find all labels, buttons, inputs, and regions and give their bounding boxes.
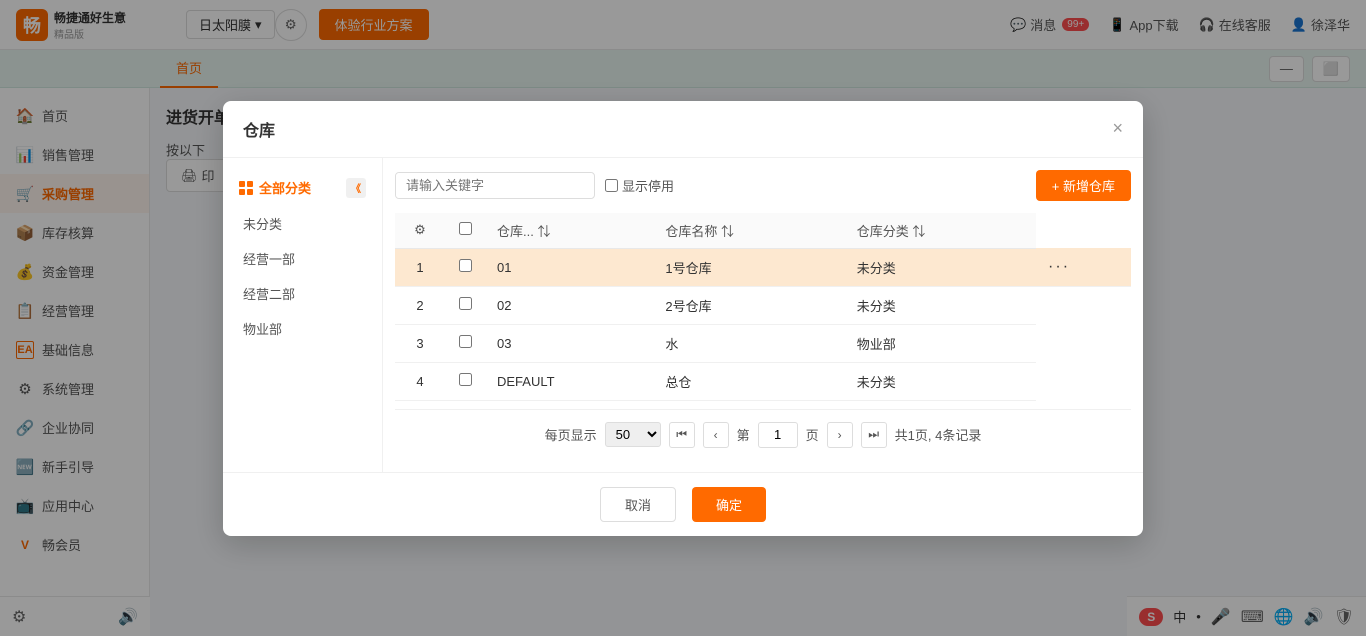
page-label: 第 [737,425,750,444]
row-checkbox[interactable] [459,259,472,272]
category-collapse-button[interactable]: 《 [346,178,366,198]
row-name: 2号仓库 [653,286,844,324]
col-settings-icon[interactable]: ⚙ [414,222,426,237]
row-name: 总仓 [653,362,844,400]
row-index: 3 [395,324,445,362]
confirm-button[interactable]: 确定 [692,487,766,522]
show-disabled-option: 显示停用 [605,176,674,195]
row-checkbox[interactable] [459,373,472,386]
show-disabled-checkbox[interactable] [605,179,618,192]
cat-item-ops2[interactable]: 经营二部 [223,276,382,311]
pagination: 每页显示 50 20 100 ⏮ ‹ 第 页 › ⏭ 共1页, 4条记录 [395,409,1131,460]
row-checkbox[interactable] [459,297,472,310]
modal-title: 仓库 [243,117,275,141]
table-row[interactable]: 1 01 1号仓库 未分类 ··· [395,248,1131,286]
cat-item-unclassified[interactable]: 未分类 [223,206,382,241]
col-code-label: 仓库... [497,224,534,239]
row-name: 1号仓库 [653,248,844,286]
col-name-label: 仓库名称 [665,224,717,239]
row-code: DEFAULT [485,362,653,400]
page-input[interactable] [758,422,798,448]
first-page-button[interactable]: ⏮ [669,422,695,448]
row-code: 02 [485,286,653,324]
row-category: 未分类 [845,248,1036,286]
total-records-label: 共1页, 4条记录 [895,425,982,444]
col-checkbox-header [445,213,485,249]
search-box: 🔍 [395,172,595,199]
row-checkbox-cell [445,362,485,400]
page-suffix: 页 [806,425,819,444]
table-toolbar: 🔍 显示停用 + 新增仓库 [395,170,1131,201]
sort-icon: ⇅ [537,224,550,239]
col-category-header[interactable]: 仓库分类 ⇅ [845,213,1036,249]
row-index: 1 [395,248,445,286]
row-checkbox-cell [445,286,485,324]
cat-item-property[interactable]: 物业部 [223,311,382,346]
row-actions[interactable]: ··· [1036,248,1131,286]
row-index: 4 [395,362,445,400]
grid-category-icon [239,181,253,195]
cat-item-ops1[interactable]: 经营一部 [223,241,382,276]
row-category: 未分类 [845,286,1036,324]
col-category-label: 仓库分类 [857,224,909,239]
modal-close-button[interactable]: × [1112,118,1123,139]
sort-name-icon: ⇅ [721,224,734,239]
modal-header: 仓库 × [223,101,1143,158]
row-name: 水 [653,324,844,362]
add-warehouse-button[interactable]: + 新增仓库 [1036,170,1131,201]
table-row[interactable]: 2 02 2号仓库 未分类 [395,286,1131,324]
all-categories-header[interactable]: 全部分类 《 [223,170,382,206]
row-checkbox-cell [445,248,485,286]
row-code: 01 [485,248,653,286]
category-sidebar: 全部分类 《 未分类 经营一部 经营二部 物业部 [223,158,383,472]
row-checkbox-cell [445,324,485,362]
row-index: 2 [395,286,445,324]
per-page-select[interactable]: 50 20 100 [605,422,661,447]
col-code-header[interactable]: 仓库... ⇅ [485,213,653,249]
search-input[interactable] [396,173,592,198]
row-category: 未分类 [845,362,1036,400]
cancel-button[interactable]: 取消 [600,487,676,522]
next-page-button[interactable]: › [827,422,853,448]
per-page-label: 每页显示 [545,425,597,444]
modal-body: 全部分类 《 未分类 经营一部 经营二部 物业部 🔍 [223,158,1143,472]
warehouse-table: ⚙ 仓库... ⇅ 仓库名称 [395,213,1131,401]
table-row[interactable]: 3 03 水 物业部 [395,324,1131,362]
last-page-button[interactable]: ⏭ [861,422,887,448]
sort-cat-icon: ⇅ [912,224,925,239]
modal-footer: 取消 确定 [223,472,1143,536]
row-checkbox[interactable] [459,335,472,348]
search-button[interactable]: 🔍 [592,173,595,197]
warehouse-modal: 仓库 × 全部分类 《 未分类 经营一部 经营二部 [223,101,1143,536]
col-settings: ⚙ [395,213,445,249]
table-area: 🔍 显示停用 + 新增仓库 ⚙ [383,158,1143,472]
show-disabled-label: 显示停用 [622,176,674,195]
all-categories-label: 全部分类 [259,178,311,197]
table-row[interactable]: 4 DEFAULT 总仓 未分类 [395,362,1131,400]
col-name-header[interactable]: 仓库名称 ⇅ [653,213,844,249]
select-all-checkbox[interactable] [459,222,472,235]
row-code: 03 [485,324,653,362]
modal-overlay: 仓库 × 全部分类 《 未分类 经营一部 经营二部 [0,0,1366,636]
row-category: 物业部 [845,324,1036,362]
prev-page-button[interactable]: ‹ [703,422,729,448]
